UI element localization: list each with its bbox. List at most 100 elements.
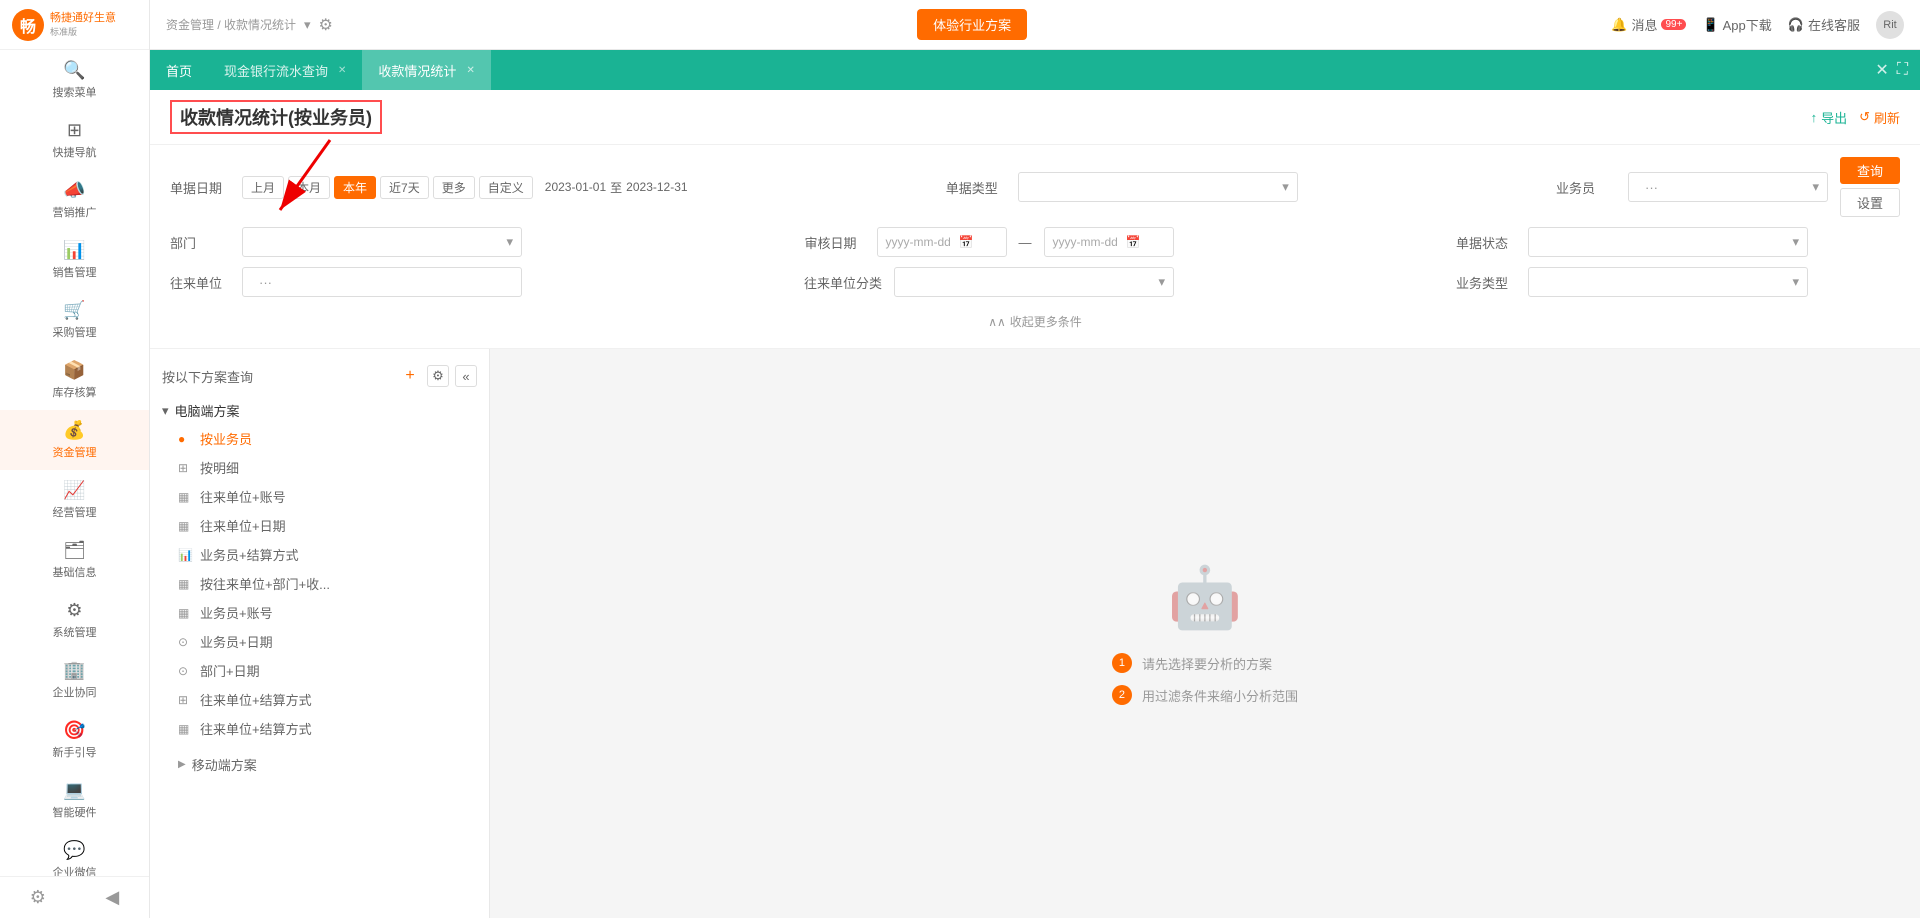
biz-type-select[interactable]: ▾ xyxy=(1528,267,1808,297)
empty-step-2: 2 用过滤条件来缩小分析范围 xyxy=(1112,685,1298,705)
scheme-partner-account[interactable]: ▦ 往来单位+账号 xyxy=(150,482,489,511)
scheme-salesman-date[interactable]: ⊙ 业务员+日期 xyxy=(150,627,489,656)
scheme-partner-method2[interactable]: ▦ 往来单位+结算方式 xyxy=(150,714,489,743)
logo-text: 畅捷通好生意 标准版 xyxy=(50,11,116,38)
refresh-icon: ↺ xyxy=(1859,109,1870,125)
doc-type-select[interactable]: ▾ xyxy=(1018,172,1298,202)
desktop-schemes: ▾ 电脑端方案 ● 按业务员 ⊞ 按明细 ▦ 往来单位+账号 xyxy=(150,393,489,747)
sidebar-item-purchase[interactable]: 🛒 采购管理 xyxy=(0,290,149,350)
tab-home[interactable]: 首页 xyxy=(150,50,208,90)
partner-select[interactable]: ··· xyxy=(242,267,522,297)
last-month-btn[interactable]: 上月 xyxy=(242,176,284,199)
operation-icon: 📈 xyxy=(63,480,85,501)
scheme-salesman-account[interactable]: ▦ 业务员+账号 xyxy=(150,598,489,627)
audit-date-end[interactable]: yyyy-mm-dd 📅 xyxy=(1044,227,1174,257)
sidebar-item-search[interactable]: 🔍 搜索菜单 xyxy=(0,50,149,110)
salesman-scheme-icon: ● xyxy=(178,432,194,446)
header-center: 体验行业方案 xyxy=(917,9,1027,40)
this-month-btn[interactable]: 本月 xyxy=(288,176,330,199)
detail-scheme-icon: ⊞ xyxy=(178,461,194,475)
service-icon: 🎧 xyxy=(1788,17,1804,33)
notification-area[interactable]: 🔔 消息 99+ xyxy=(1611,15,1686,34)
empty-state: 🤖 1 请先选择要分析的方案 2 用过滤条件来缩小分析范围 xyxy=(490,349,1920,918)
sidebar-item-hardware[interactable]: 💻 智能硬件 xyxy=(0,770,149,830)
sidebar-item-finance[interactable]: 💰 资金管理 xyxy=(0,410,149,470)
bank-tab-close[interactable]: ✕ xyxy=(338,65,346,76)
finance-icon: 💰 xyxy=(63,420,85,441)
guide-icon: 🎯 xyxy=(63,720,85,741)
logo-icon: 畅 xyxy=(12,9,44,41)
collapse-bar[interactable]: ∧∧ 收起更多条件 xyxy=(170,307,1900,336)
sidebar-item-guide[interactable]: 🎯 新手引导 xyxy=(0,710,149,770)
refresh-button[interactable]: ↺ 刷新 xyxy=(1859,108,1900,127)
sidebar-item-system[interactable]: ⚙ 系统管理 xyxy=(0,590,149,650)
scheme-by-salesman[interactable]: ● 按业务员 xyxy=(150,424,489,453)
dept-select[interactable]: ▾ xyxy=(242,227,522,257)
scheme-salesman-method[interactable]: 📊 业务员+结算方式 xyxy=(150,540,489,569)
sidebar-item-inventory[interactable]: 📦 库存核算 xyxy=(0,350,149,410)
desktop-scheme-title[interactable]: ▾ 电脑端方案 xyxy=(150,397,489,424)
doc-status-select[interactable]: ▾ xyxy=(1528,227,1808,257)
app-download-area[interactable]: 📱 App下载 xyxy=(1702,15,1771,34)
trial-button[interactable]: 体验行业方案 xyxy=(917,9,1027,40)
sidebar-item-sales[interactable]: 📊 销售管理 xyxy=(0,230,149,290)
tab-expand-icon[interactable]: ⛶ xyxy=(1897,61,1908,79)
last-7days-btn[interactable]: 近7天 xyxy=(380,176,429,199)
settings-scheme-button[interactable]: ⚙ xyxy=(427,365,449,387)
partner-label: 往来单位 xyxy=(170,273,230,292)
sidebar-item-shortcut[interactable]: ⊞ 快捷导航 xyxy=(0,110,149,170)
doc-status-label: 单据状态 xyxy=(1456,233,1516,252)
more-btn[interactable]: 更多 xyxy=(433,176,475,199)
sidebar-item-basic[interactable]: 🗂 基础信息 xyxy=(0,530,149,590)
sidebar-item-wechat[interactable]: 💬 企业微信 xyxy=(0,830,149,876)
scheme-partner-dept[interactable]: ▦ 按往来单位+部门+收... xyxy=(150,569,489,598)
custom-btn[interactable]: 自定义 xyxy=(479,176,533,199)
partner-date-icon: ▦ xyxy=(178,519,194,533)
export-button[interactable]: ↑ 导出 xyxy=(1811,108,1848,127)
filter-row-date: 单据日期 上月 本月 本年 近7天 更多 自定义 2023-01-01 至 20… xyxy=(170,157,1900,217)
header-left: 资金管理 / 收款情况统计 ▾ ⚙ xyxy=(166,15,333,35)
salesman-select[interactable]: ··· ▾ xyxy=(1628,172,1828,202)
partner-category-arrow: ▾ xyxy=(1158,274,1165,290)
settings-icon[interactable]: ⚙ xyxy=(319,15,333,35)
scheme-partner-date[interactable]: ▦ 往来单位+日期 xyxy=(150,511,489,540)
scheme-dept-date[interactable]: ⊙ 部门+日期 xyxy=(150,656,489,685)
online-service-area[interactable]: 🎧 在线客服 xyxy=(1788,15,1860,34)
tab-close-icon[interactable]: ✕ xyxy=(1875,60,1888,80)
tab-bar-right: ✕ ⛶ xyxy=(1875,60,1920,80)
bank-tab-label: 现金银行流水查询 xyxy=(224,61,328,80)
empty-steps: 1 请先选择要分析的方案 2 用过滤条件来缩小分析范围 xyxy=(1112,653,1298,705)
tab-receipt[interactable]: 收款情况统计 ✕ xyxy=(362,50,490,90)
sidebar-item-enterprise[interactable]: 🏢 企业协同 xyxy=(0,650,149,710)
tab-bank[interactable]: 现金银行流水查询 ✕ xyxy=(208,50,362,90)
salesman-account-icon: ▦ xyxy=(178,606,194,620)
collapse-sidebar-icon[interactable]: ◀ xyxy=(105,887,119,908)
partner-dept-icon: ▦ xyxy=(178,577,194,591)
step-1-number: 1 xyxy=(1112,653,1132,673)
sidebar: 畅 畅捷通好生意 标准版 🔍 搜索菜单 ⊞ 快捷导航 📣 营销推广 📊 销售管理… xyxy=(0,0,150,918)
scheme-by-detail[interactable]: ⊞ 按明细 xyxy=(150,453,489,482)
sidebar-item-marketing[interactable]: 📣 营销推广 xyxy=(0,170,149,230)
settings-button[interactable]: 设置 xyxy=(1840,188,1900,217)
sidebar-item-operation[interactable]: 📈 经营管理 xyxy=(0,470,149,530)
scheme-partner-method1[interactable]: ⊞ 往来单位+结算方式 xyxy=(150,685,489,714)
partner-category-select[interactable]: ▾ xyxy=(894,267,1174,297)
audit-date-start[interactable]: yyyy-mm-dd 📅 xyxy=(877,227,1007,257)
marketing-icon: 📣 xyxy=(63,180,85,201)
receipt-tab-close[interactable]: ✕ xyxy=(466,65,474,76)
settings-bottom-icon[interactable]: ⚙ xyxy=(30,887,46,908)
add-scheme-button[interactable]: + xyxy=(399,365,421,387)
partner-dots[interactable]: ··· xyxy=(259,275,272,290)
biz-type-label: 业务类型 xyxy=(1456,273,1516,292)
query-button[interactable]: 查询 xyxy=(1840,157,1900,184)
collapse-panel-button[interactable]: « xyxy=(455,365,477,387)
dropdown-icon[interactable]: ▾ xyxy=(304,17,311,33)
doc-type-label: 单据类型 xyxy=(946,178,1006,197)
receipt-tab-label: 收款情况统计 xyxy=(378,61,456,80)
mobile-scheme-title[interactable]: ▶ 移动端方案 xyxy=(150,751,489,778)
salesman-dots[interactable]: ··· xyxy=(1645,180,1658,195)
filter-row-partner: 往来单位 ··· 往来单位分类 ▾ 业务类型 ▾ xyxy=(170,267,1900,297)
step-2-number: 2 xyxy=(1112,685,1132,705)
this-year-btn[interactable]: 本年 xyxy=(334,176,376,199)
user-avatar[interactable]: Rit xyxy=(1876,11,1904,39)
